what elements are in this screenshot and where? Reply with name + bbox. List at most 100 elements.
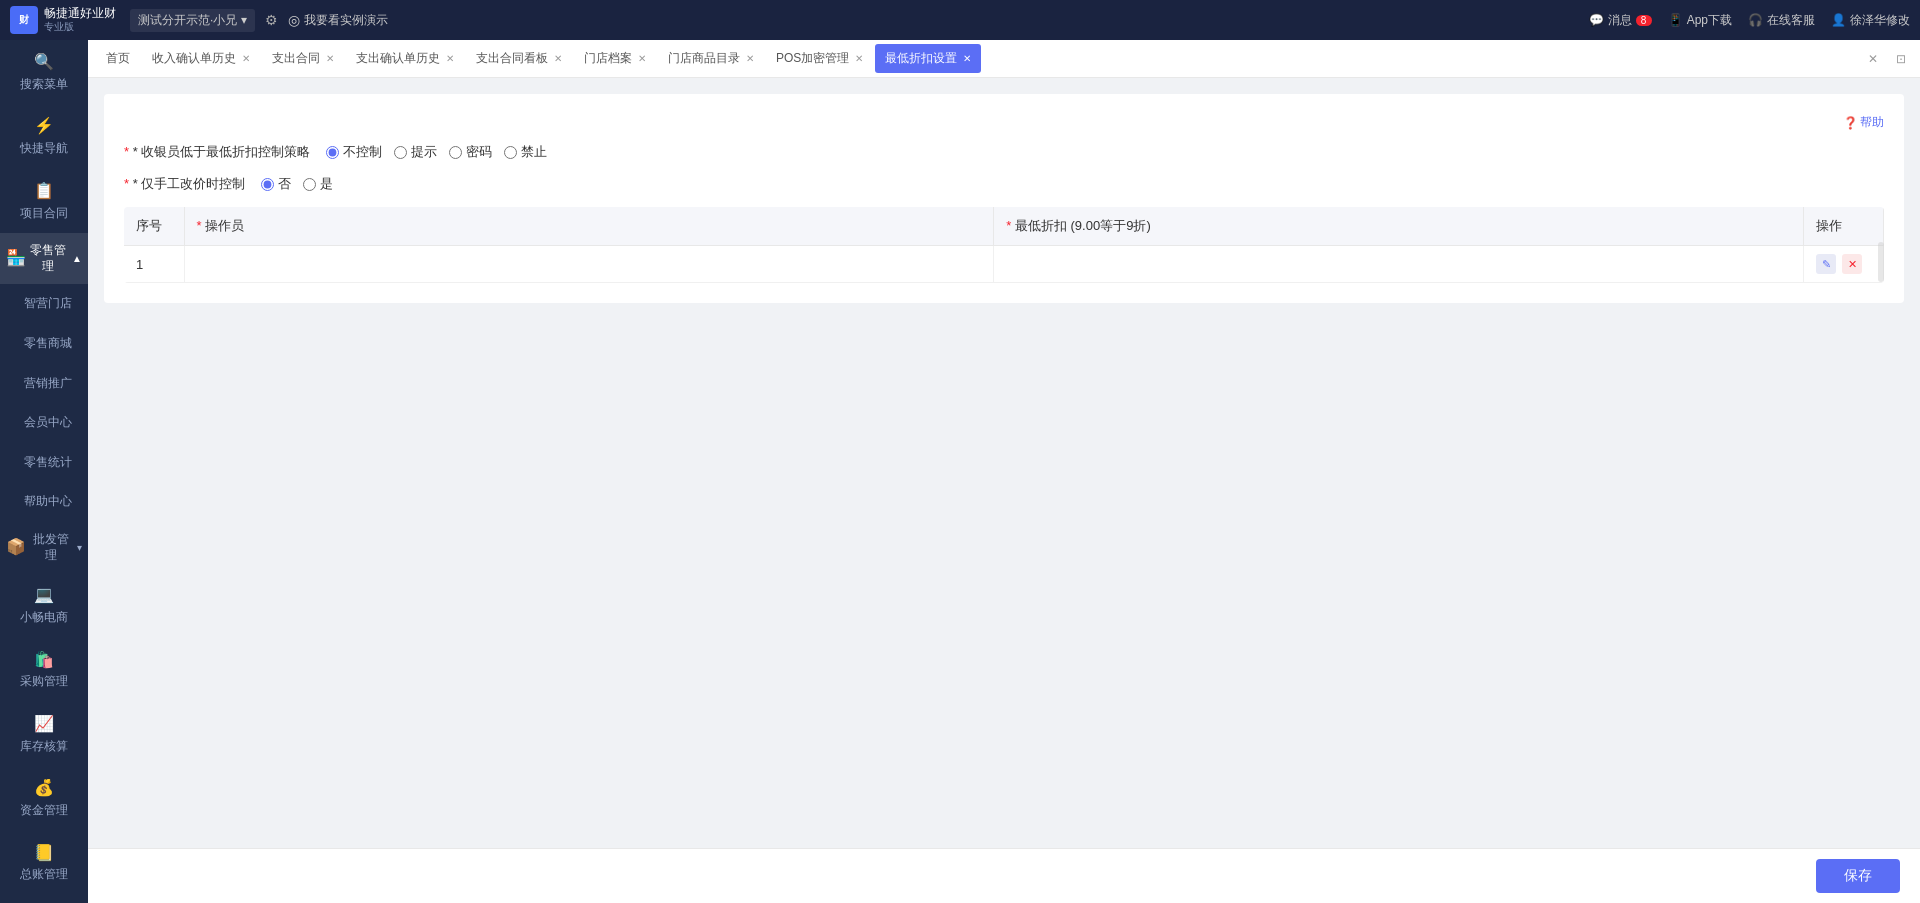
user-menu[interactable]: 👤 徐泽华修改 xyxy=(1831,12,1910,29)
retail-icon: 🏪 xyxy=(6,248,26,269)
sidebar-label-inventory: 库存核算 xyxy=(20,739,68,755)
tab-contract[interactable]: 支出合同 ✕ xyxy=(262,44,344,73)
sidebar: 🔍 搜索菜单 ⚡ 快捷导航 📋 项目合同 🏪 零售管理 ▲ 智营门店 零售商城 … xyxy=(0,40,88,903)
radio-ban[interactable]: 禁止 xyxy=(504,143,547,161)
radio-no-label: 否 xyxy=(278,175,291,193)
cell-operator[interactable] xyxy=(184,246,994,283)
radio-password[interactable]: 密码 xyxy=(449,143,492,161)
tab-pos[interactable]: POS加密管理 ✕ xyxy=(766,44,873,73)
chevron-down-icon: ▾ xyxy=(77,541,82,554)
message-btn[interactable]: 💬 消息 8 xyxy=(1589,12,1652,29)
sidebar-item-member[interactable]: 会员中心 xyxy=(0,403,88,443)
tab-store[interactable]: 门店档案 ✕ xyxy=(574,44,656,73)
demo-link[interactable]: ◎ 我要看实例演示 xyxy=(288,12,388,29)
question-icon: ❓ xyxy=(1843,116,1858,130)
sidebar-label-retail: 零售管理 xyxy=(30,243,66,274)
discount-input[interactable] xyxy=(1006,257,1791,272)
tab-discount[interactable]: 最低折扣设置 ✕ xyxy=(875,44,981,73)
tab-close-board[interactable]: ✕ xyxy=(554,53,562,64)
sidebar-item-purchase[interactable]: 🛍️ 采购管理 xyxy=(0,638,88,702)
radio-tip[interactable]: 提示 xyxy=(394,143,437,161)
inventory-icon: 📈 xyxy=(34,714,54,735)
topbar-right: 💬 消息 8 📱 App下载 🎧 在线客服 👤 徐泽华修改 xyxy=(1589,12,1910,29)
tab-expense[interactable]: 支出确认单历史 ✕ xyxy=(346,44,464,73)
sidebar-label-project: 项目合同 xyxy=(20,206,68,222)
project-selector[interactable]: 测试分开示范·小兄 ▾ xyxy=(130,9,255,32)
app-name: 畅捷通好业财 xyxy=(44,6,116,20)
demo-circle-icon: ◎ xyxy=(288,12,300,28)
tab-close-pos[interactable]: ✕ xyxy=(855,53,863,64)
action-icons: ✎ ✕ xyxy=(1816,254,1871,274)
sidebar-label-help: 帮助中心 xyxy=(24,494,72,510)
sidebar-item-project[interactable]: 📋 项目合同 xyxy=(0,169,88,233)
sidebar-item-smart[interactable]: 智营门店 xyxy=(0,284,88,324)
table: 序号 操作员 最低折扣 (9.00等于9折) 操作 xyxy=(124,207,1884,283)
download-icon: 📱 xyxy=(1668,13,1683,27)
help-link[interactable]: ❓ 帮助 xyxy=(1843,114,1884,131)
tab-close-goods[interactable]: ✕ xyxy=(746,53,754,64)
shortcut-icon: ⚡ xyxy=(34,116,54,137)
tab-close-income[interactable]: ✕ xyxy=(242,53,250,64)
sidebar-item-wholesale[interactable]: 📦 批发管理 ▾ xyxy=(0,522,88,573)
save-button[interactable]: 保存 xyxy=(1816,859,1900,893)
sidebar-label-finance: 资金管理 xyxy=(20,803,68,819)
tab-close-all-btn[interactable]: ✕ xyxy=(1862,48,1884,70)
tab-maximize-btn[interactable]: ⊡ xyxy=(1890,48,1912,70)
manual-options: 否 是 xyxy=(261,175,333,193)
sidebar-label-member: 会员中心 xyxy=(24,415,72,431)
search-icon: 🔍 xyxy=(34,52,54,73)
tab-close-contract[interactable]: ✕ xyxy=(326,53,334,64)
online-service-btn[interactable]: 🎧 在线客服 xyxy=(1748,12,1815,29)
sidebar-item-retail[interactable]: 🏪 零售管理 ▲ xyxy=(0,233,88,284)
table-body: 1 ✎ ✕ xyxy=(124,246,1884,283)
project-icon: 📋 xyxy=(34,181,54,202)
sidebar-item-marketing[interactable]: 营销推广 xyxy=(0,364,88,404)
sidebar-item-ledger[interactable]: 📒 总账管理 xyxy=(0,831,88,895)
radio-none[interactable]: 不控制 xyxy=(326,143,382,161)
control-strategy-row: * 收银员低于最低折扣控制策略 不控制 提示 密码 xyxy=(124,143,1884,161)
sidebar-label-stat: 零售统计 xyxy=(24,455,72,471)
tab-goods[interactable]: 门店商品目录 ✕ xyxy=(658,44,764,73)
app-logo: 财 畅捷通好业财 专业版 xyxy=(10,6,116,34)
project-name: 测试分开示范·小兄 xyxy=(138,12,237,29)
avatar-icon: 👤 xyxy=(1831,13,1846,27)
purchase-icon: 🛍️ xyxy=(34,650,54,671)
manual-control-label: * 仅手工改价时控制 xyxy=(124,175,245,193)
sidebar-label-marketing: 营销推广 xyxy=(24,376,72,392)
tab-income[interactable]: 收入确认单历史 ✕ xyxy=(142,44,260,73)
sidebar-item-invoice[interactable]: 🧾 发票管理 xyxy=(0,895,88,903)
settings-icon[interactable]: ⚙ xyxy=(265,12,278,28)
tab-home[interactable]: 首页 xyxy=(96,44,140,73)
ecom-icon: 💻 xyxy=(34,585,54,606)
th-operator: 操作员 xyxy=(184,207,994,246)
tab-close-store[interactable]: ✕ xyxy=(638,53,646,64)
tab-close-expense[interactable]: ✕ xyxy=(446,53,454,64)
tab-close-discount[interactable]: ✕ xyxy=(963,53,971,64)
cell-seq: 1 xyxy=(124,246,184,283)
sidebar-label-purchase: 采购管理 xyxy=(20,674,68,690)
control-strategy-label: * 收银员低于最低折扣控制策略 xyxy=(124,143,310,161)
radio-yes[interactable]: 是 xyxy=(303,175,333,193)
sidebar-item-shortcut[interactable]: ⚡ 快捷导航 xyxy=(0,104,88,168)
sidebar-item-online[interactable]: 零售商城 xyxy=(0,324,88,364)
sidebar-item-stat[interactable]: 零售统计 xyxy=(0,443,88,483)
edit-icon[interactable]: ✎ xyxy=(1816,254,1836,274)
headset-icon: 🎧 xyxy=(1748,13,1763,27)
app-download-btn[interactable]: 📱 App下载 xyxy=(1668,12,1732,29)
sidebar-label-wholesale: 批发管理 xyxy=(30,532,71,563)
sidebar-label-shortcut: 快捷导航 xyxy=(20,141,68,157)
sidebar-item-inventory[interactable]: 📈 库存核算 xyxy=(0,702,88,766)
tabs-bar: 首页 收入确认单历史 ✕ 支出合同 ✕ 支出确认单历史 ✕ 支出合同看板 ✕ 门… xyxy=(88,40,1920,78)
sidebar-item-search[interactable]: 🔍 搜索菜单 xyxy=(0,40,88,104)
delete-icon[interactable]: ✕ xyxy=(1842,254,1862,274)
manual-control-row: * 仅手工改价时控制 否 是 xyxy=(124,175,1884,193)
sidebar-item-finance[interactable]: 💰 资金管理 xyxy=(0,766,88,830)
operator-input[interactable] xyxy=(197,257,982,272)
radio-no[interactable]: 否 xyxy=(261,175,291,193)
cell-discount[interactable] xyxy=(994,246,1804,283)
message-icon: 💬 xyxy=(1589,13,1604,27)
tab-board[interactable]: 支出合同看板 ✕ xyxy=(466,44,572,73)
table-row: 1 ✎ ✕ xyxy=(124,246,1884,283)
sidebar-item-ecom[interactable]: 💻 小畅电商 xyxy=(0,573,88,637)
sidebar-item-help[interactable]: 帮助中心 xyxy=(0,482,88,522)
